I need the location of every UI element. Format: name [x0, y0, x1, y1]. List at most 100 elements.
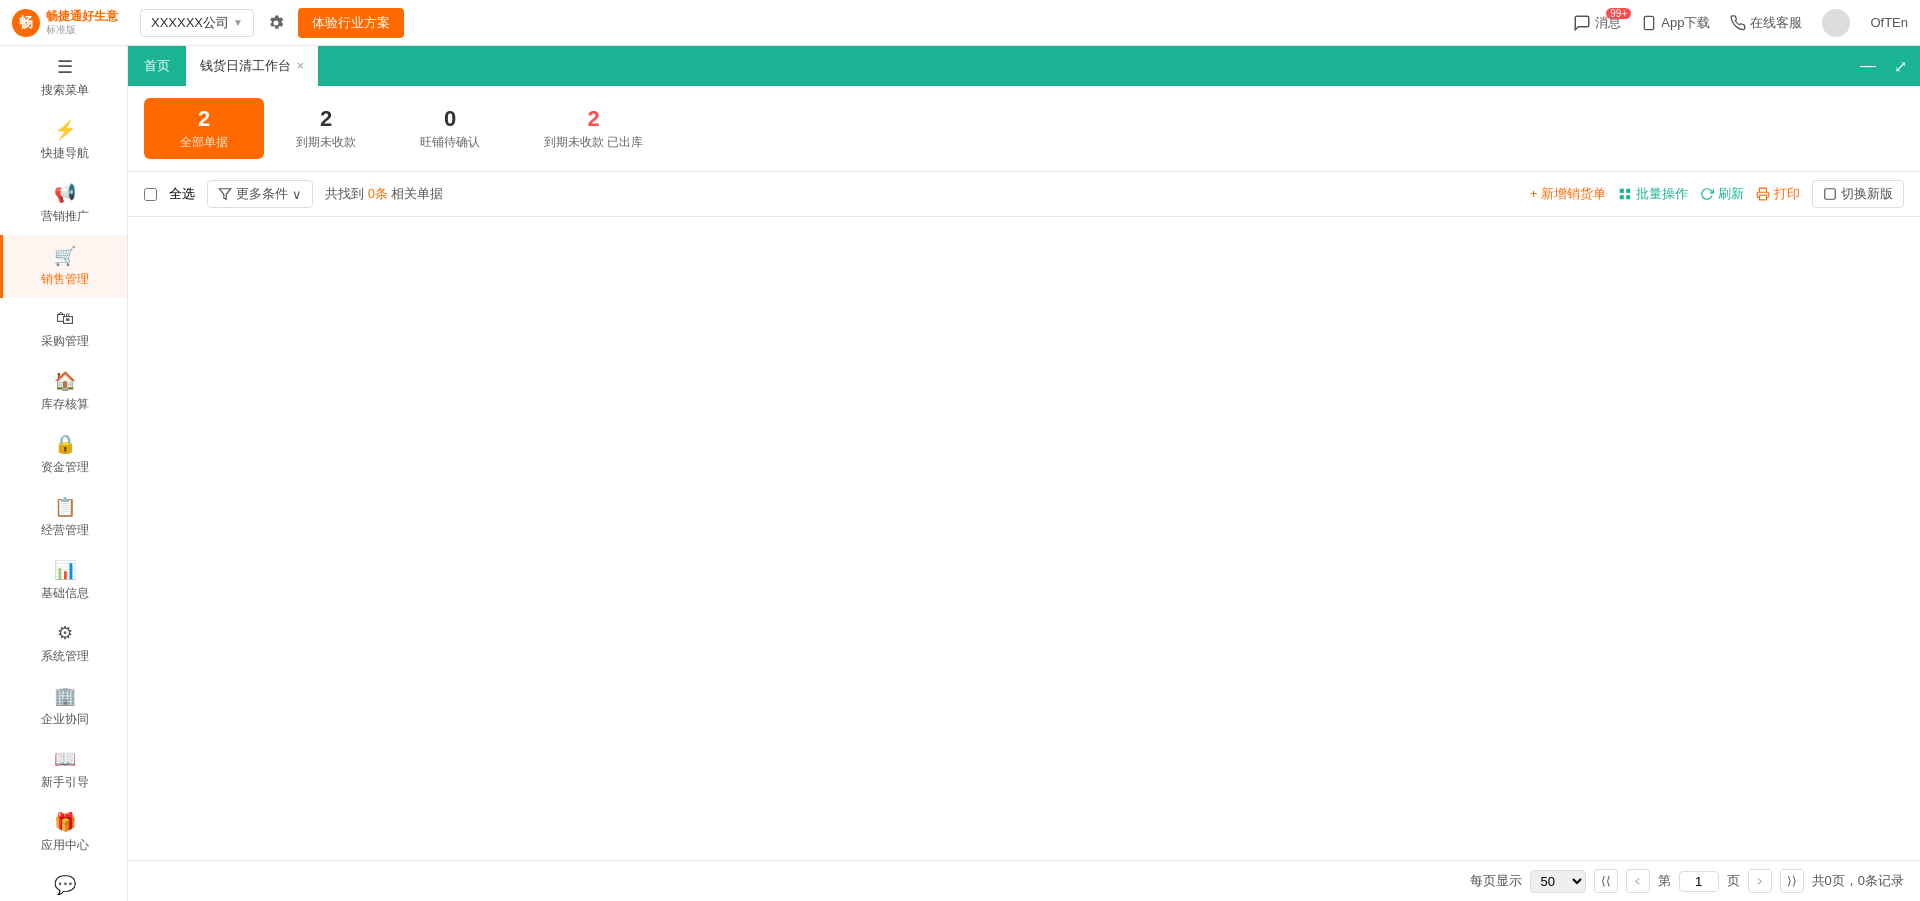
switch-version-button[interactable]: 切换新版	[1812, 180, 1904, 208]
stat-num-shipped: 2	[588, 106, 600, 132]
sidebar-item-appcenter[interactable]: 🎁 应用中心	[0, 801, 127, 864]
settings-button[interactable]	[262, 9, 290, 37]
base-icon: 📊	[54, 559, 76, 581]
sidebar-item-inventory-label: 库存核算	[41, 396, 89, 413]
svg-marker-2	[219, 189, 231, 200]
sidebar-item-shortcut[interactable]: ⚡ 快捷导航	[0, 109, 127, 172]
sidebar-item-purchase[interactable]: 🛍 采购管理	[0, 298, 127, 360]
page-prev-button[interactable]: ﹤	[1626, 869, 1650, 893]
home-tab[interactable]: 首页	[128, 46, 186, 86]
batch-button[interactable]: 批量操作	[1618, 185, 1688, 203]
sidebar-item-operation[interactable]: 📋 经营管理	[0, 486, 127, 549]
filter-button[interactable]: 更多条件 ∨	[207, 180, 313, 208]
switch-icon	[1823, 187, 1837, 201]
sidebar-item-sales[interactable]: 🛒 销售管理	[0, 235, 127, 298]
refresh-button[interactable]: 刷新	[1700, 185, 1744, 203]
found-count: 0条	[368, 186, 388, 201]
inventory-icon: 🏠	[54, 370, 76, 392]
sidebar-item-enterprise[interactable]: 🏢 企业协同	[0, 675, 127, 738]
purchase-icon: 🛍	[56, 308, 74, 329]
tab-bar-right: — ⤢	[1856, 54, 1920, 78]
sidebar-item-guide-label: 新手引导	[41, 774, 89, 791]
active-tab[interactable]: 钱货日清工作台 ×	[186, 46, 318, 86]
sidebar-item-shortcut-label: 快捷导航	[41, 145, 89, 162]
sidebar-item-search[interactable]: ☰ 搜索菜单	[0, 46, 127, 109]
svg-rect-4	[1626, 189, 1630, 193]
found-prefix: 共找到	[325, 186, 364, 201]
stat-card-shipped[interactable]: 2 到期未收款 已出库	[512, 98, 675, 159]
shortcut-icon: ⚡	[54, 119, 76, 141]
svg-rect-0	[1645, 16, 1654, 29]
page-size-select[interactable]: 50 20 100	[1530, 870, 1586, 893]
tab-minimize-button[interactable]: —	[1856, 54, 1880, 78]
sales-icon: 🛒	[54, 245, 76, 267]
page-number-input[interactable]	[1679, 871, 1719, 892]
sidebar-item-system[interactable]: ⚙ 系统管理	[0, 612, 127, 675]
sidebar-item-sales-label: 销售管理	[41, 271, 89, 288]
message-button[interactable]: 消息 99+	[1573, 14, 1621, 32]
sidebar-item-marketing-label: 营销推广	[41, 208, 89, 225]
page-last-button[interactable]: ⟩⟩	[1780, 869, 1804, 893]
page-first-button[interactable]: ⟨⟨	[1594, 869, 1618, 893]
stat-num-overdue: 2	[320, 106, 332, 132]
stat-num-all: 2	[198, 106, 210, 132]
stat-card-all[interactable]: 2 全部单据	[144, 98, 264, 159]
svg-rect-5	[1620, 195, 1624, 199]
toolbar-right: + 新增销货单 批量操作 刷新	[1530, 180, 1904, 208]
svg-rect-8	[1825, 189, 1836, 200]
batch-label: 批量操作	[1636, 185, 1688, 203]
stat-label-pending: 旺铺待确认	[420, 134, 480, 151]
select-all-checkbox[interactable]	[144, 188, 157, 201]
logo-area: 畅 畅捷通好生意 标准版	[12, 9, 140, 37]
guide-icon: 📖	[54, 748, 76, 770]
svg-rect-3	[1620, 189, 1624, 193]
sidebar-item-inventory[interactable]: 🏠 库存核算	[0, 360, 127, 423]
refresh-icon	[1700, 187, 1714, 201]
header-right: 消息 99+ App下载 在线客服 OfTEn	[1573, 9, 1908, 37]
print-icon	[1756, 187, 1770, 201]
sidebar-item-marketing[interactable]: 📢 营销推广	[0, 172, 127, 235]
tab-close-button[interactable]: ×	[297, 59, 304, 73]
marketing-icon: 📢	[54, 182, 76, 204]
found-text: 共找到 0条 相关单据	[325, 185, 443, 203]
online-service-label: 在线客服	[1750, 14, 1802, 32]
filter-label: 更多条件	[236, 185, 288, 203]
print-label: 打印	[1774, 185, 1800, 203]
stat-label-shipped: 到期未收款 已出库	[544, 134, 643, 151]
capital-icon: 🔒	[54, 433, 76, 455]
operation-icon: 📋	[54, 496, 76, 518]
found-suffix: 相关单据	[391, 186, 443, 201]
toolbar-left: 全选 更多条件 ∨ 共找到 0条 相关单据	[144, 180, 1518, 208]
company-dropdown-arrow: ▼	[233, 17, 243, 28]
company-selector[interactable]: XXXXXX公司 ▼	[140, 9, 254, 37]
sidebar-item-base[interactable]: 📊 基础信息	[0, 549, 127, 612]
sidebar-item-guide[interactable]: 📖 新手引导	[0, 738, 127, 801]
appcenter-icon: 🎁	[54, 811, 76, 833]
sidebar-item-capital[interactable]: 🔒 资金管理	[0, 423, 127, 486]
print-button[interactable]: 打印	[1756, 185, 1800, 203]
sidebar-item-wechat[interactable]: 💬 企业微信	[0, 864, 127, 901]
page-content: 2 全部单据 2 到期未收款 0 旺铺待确认 2 到期未收款 已出库	[128, 86, 1920, 901]
search-menu-icon: ☰	[57, 56, 73, 78]
message-badge: 99+	[1606, 8, 1631, 19]
sidebar-item-operation-label: 经营管理	[41, 522, 89, 539]
user-avatar[interactable]	[1822, 9, 1850, 37]
tab-maximize-button[interactable]: ⤢	[1888, 54, 1912, 78]
add-order-button[interactable]: + 新增销货单	[1530, 185, 1606, 203]
sidebar-item-search-label: 搜索菜单	[41, 82, 89, 99]
top-header: 畅 畅捷通好生意 标准版 XXXXXX公司 ▼ 体验行业方案 消息 99+ Ap…	[0, 0, 1920, 46]
online-service-button[interactable]: 在线客服	[1730, 14, 1802, 32]
sidebar-item-system-label: 系统管理	[41, 648, 89, 665]
trial-button[interactable]: 体验行业方案	[298, 8, 404, 38]
stat-card-overdue[interactable]: 2 到期未收款	[264, 98, 388, 159]
tab-bar: 首页 钱货日清工作台 × — ⤢	[128, 46, 1920, 86]
select-all-label: 全选	[169, 185, 195, 203]
svg-rect-6	[1626, 195, 1630, 199]
stat-card-pending[interactable]: 0 旺铺待确认	[388, 98, 512, 159]
sidebar-item-base-label: 基础信息	[41, 585, 89, 602]
table-area	[128, 217, 1920, 860]
home-tab-label: 首页	[144, 57, 170, 75]
logo-text: 畅捷通好生意 标准版	[46, 9, 118, 35]
app-download-button[interactable]: App下载	[1641, 14, 1710, 32]
page-next-button[interactable]: ﹥	[1748, 869, 1772, 893]
